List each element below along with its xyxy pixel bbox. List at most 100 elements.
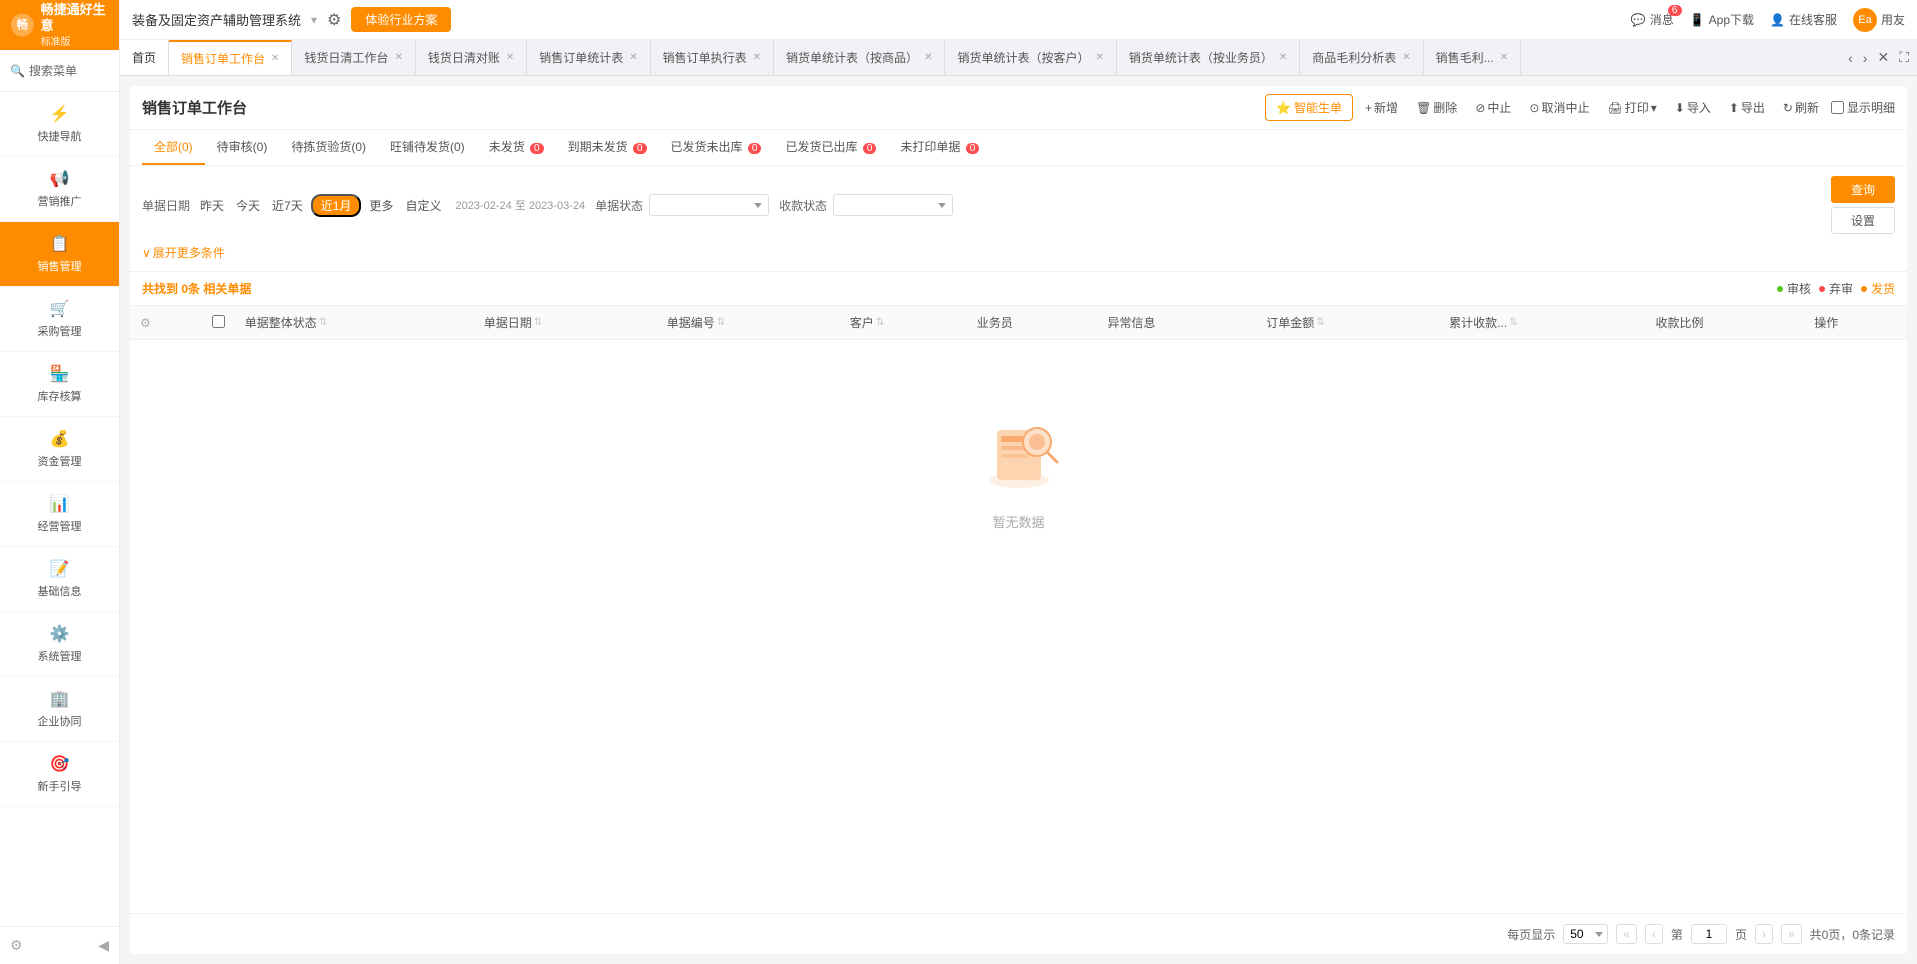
cancel-stop-label: 取消中止 [1541,99,1589,116]
tab-sales-more-close[interactable]: ✕ [1500,52,1508,63]
search-menu-label: 搜索菜单 [29,62,77,79]
page-first-btn[interactable]: « [1616,924,1637,944]
export-btn[interactable]: ⬆ 导出 [1723,95,1771,120]
page-input[interactable] [1691,924,1727,944]
col-customer-sort[interactable]: 客户 ⇅ [850,314,957,331]
batch-review-btn[interactable]: 审核 [1777,280,1811,297]
tab-close-all[interactable]: ✕ [1873,47,1893,68]
col-collected-sort[interactable]: 累计收款... ⇅ [1449,314,1635,331]
online-service-btn[interactable]: 👤 在线客服 [1770,11,1837,28]
sub-tab-overdue-ship[interactable]: 到期未发货 0 [556,130,659,165]
tab-sales-summary-staff[interactable]: 销货单统计表（按业务员） ✕ [1117,40,1300,76]
sub-tab-pending-check[interactable]: 待拣货验货(0) [279,130,378,165]
tab-cash-daily-close[interactable]: ✕ [394,52,402,63]
tab-sales-workbench-close[interactable]: ✕ [271,53,279,64]
smart-create-btn[interactable]: ⭐ 智能生单 [1265,94,1353,121]
tab-sales-summary-product-close[interactable]: ✕ [924,52,932,63]
sidebar-collapse-btn[interactable]: ◀ [98,937,109,954]
operations-icon: 📊 [50,494,70,514]
set-btn[interactable]: 设置 [1831,207,1895,234]
sidebar-item-finance[interactable]: 💰 资金管理 [0,417,119,482]
sub-tab-wangpu-ship[interactable]: 旺铺待发货(0) [378,130,477,165]
tab-scroll-left[interactable]: ‹ [1844,48,1857,68]
sidebar-item-basic-info[interactable]: 📝 基础信息 [0,547,119,612]
filter-status-select[interactable] [649,194,769,216]
filter-date-yesterday[interactable]: 昨天 [196,195,228,216]
sub-tab-shipped-not-out[interactable]: 已发货未出库 0 [659,130,774,165]
tab-cash-daily[interactable]: 钱货日清工作台 ✕ [292,40,415,76]
tab-fullscreen[interactable]: ⛶ [1895,47,1913,68]
page-size-select[interactable]: 10 20 50 100 [1563,924,1608,944]
messages-btn[interactable]: 💬 消息 6 [1631,11,1674,28]
tab-sales-exec-close[interactable]: ✕ [753,52,761,63]
sidebar-settings-btn[interactable]: ⚙ [10,937,23,954]
app-download-btn[interactable]: 📱 App下载 [1690,11,1754,28]
export-icon: ⬆ [1729,101,1739,115]
sub-tab-shipped-out[interactable]: 已发货已出库 0 [773,130,888,165]
page-last-btn[interactable]: » [1781,924,1802,944]
column-settings-icon[interactable]: ⚙ [140,316,151,330]
tab-sales-more[interactable]: 销售毛利... ✕ [1424,40,1521,76]
sub-tab-not-shipped[interactable]: 未发货 0 [477,130,556,165]
tab-home[interactable]: 首页 [120,40,169,76]
sub-tab-all[interactable]: 全部(0) [142,130,205,165]
sidebar-item-system[interactable]: ⚙️ 系统管理 [0,612,119,677]
tab-gross-margin-close[interactable]: ✕ [1402,52,1410,63]
user-menu-btn[interactable]: Ea 用友 [1853,8,1905,32]
print-btn[interactable]: 🖨 打印 ▾ [1601,95,1662,120]
sidebar-item-sales[interactable]: 📋 销售管理 [0,222,119,287]
col-amount-sort[interactable]: 订单金额 ⇅ [1266,314,1429,331]
col-date-sort[interactable]: 单据日期 ⇅ [484,314,647,331]
topbar-settings-icon[interactable]: ⚙ [327,10,341,30]
import-btn[interactable]: ⬇ 导入 [1669,95,1717,120]
add-btn[interactable]: + 新增 [1359,95,1404,120]
sidebar-item-inventory[interactable]: 🏪 库存核算 [0,352,119,417]
sidebar-item-quick-nav[interactable]: ⚡ 快捷导航 [0,92,119,157]
tab-cash-reconcile[interactable]: 钱货日清对账 ✕ [416,40,527,76]
sidebar-item-operations[interactable]: 📊 经营管理 [0,482,119,547]
page-prev-btn[interactable]: ‹ [1645,924,1663,944]
filter-date-1month[interactable]: 近1月 [311,194,362,217]
sidebar-item-purchase[interactable]: 🛒 采购管理 [0,287,119,352]
col-status-sort[interactable]: 单据整体状态 ⇅ [245,314,464,331]
tab-sales-summary-product[interactable]: 销货单统计表（按商品） ✕ [774,40,945,76]
tab-gross-margin[interactable]: 商品毛利分析表 ✕ [1300,40,1423,76]
tab-sales-stats[interactable]: 销售订单统计表 ✕ [527,40,650,76]
tab-sales-exec[interactable]: 销售订单执行表 ✕ [651,40,774,76]
show-detail-toggle[interactable]: 显示明细 [1831,99,1895,116]
filter-collection-select[interactable] [833,194,953,216]
sidebar-item-marketing[interactable]: 📢 营销推广 [0,157,119,222]
tab-cash-reconcile-close[interactable]: ✕ [506,52,514,63]
expand-filter-btn[interactable]: ∨ 展开更多条件 [142,244,225,261]
tab-sales-summary-staff-close[interactable]: ✕ [1279,52,1287,63]
tab-sales-workbench[interactable]: 销售订单工作台 ✕ [169,40,292,76]
filter-date-more[interactable]: 更多 [365,195,397,216]
refresh-btn[interactable]: ↻ 刷新 [1777,95,1825,120]
tab-sales-stats-close[interactable]: ✕ [629,52,637,63]
filter-date-today[interactable]: 今天 [232,195,264,216]
col-number-sort[interactable]: 单据编号 ⇅ [667,314,830,331]
query-btn[interactable]: 查询 [1831,176,1895,203]
trial-button[interactable]: 体验行业方案 [351,7,451,32]
sidebar-item-enterprise[interactable]: 🏢 企业协同 [0,677,119,742]
filter-status-label: 单据状态 [595,197,643,214]
cancel-stop-btn[interactable]: ⊙ 取消中止 [1523,95,1595,120]
filter-date-7days[interactable]: 近7天 [268,195,307,216]
select-all-checkbox[interactable] [212,315,225,328]
tab-sales-summary-customer[interactable]: 销货单统计表（按客户） ✕ [945,40,1116,76]
search-menu-button[interactable]: 🔍 搜索菜单 [6,58,113,83]
sub-tab-pending-review[interactable]: 待审核(0) [205,130,280,165]
filter-date-custom[interactable]: 自定义 [401,195,445,216]
col-collected-header: 累计收款... ⇅ [1439,306,1645,340]
delete-btn[interactable]: 🗑 删除 [1410,95,1463,120]
page-next-btn[interactable]: › [1755,924,1773,944]
show-detail-checkbox[interactable] [1831,101,1844,114]
sub-tab-not-printed[interactable]: 未打印单据 0 [888,130,991,165]
stop-btn[interactable]: ⊘ 中止 [1469,95,1517,120]
batch-cancel-review-btn[interactable]: 弃审 [1819,280,1853,297]
sidebar-item-guide[interactable]: 🎯 新手引导 [0,742,119,807]
tab-sales-summary-customer-close[interactable]: ✕ [1095,52,1103,63]
tab-scroll-right[interactable]: › [1859,48,1872,68]
logo: 畅 畅捷通好生意 标准版 [0,0,119,50]
batch-ship-btn[interactable]: 发货 [1861,280,1895,297]
